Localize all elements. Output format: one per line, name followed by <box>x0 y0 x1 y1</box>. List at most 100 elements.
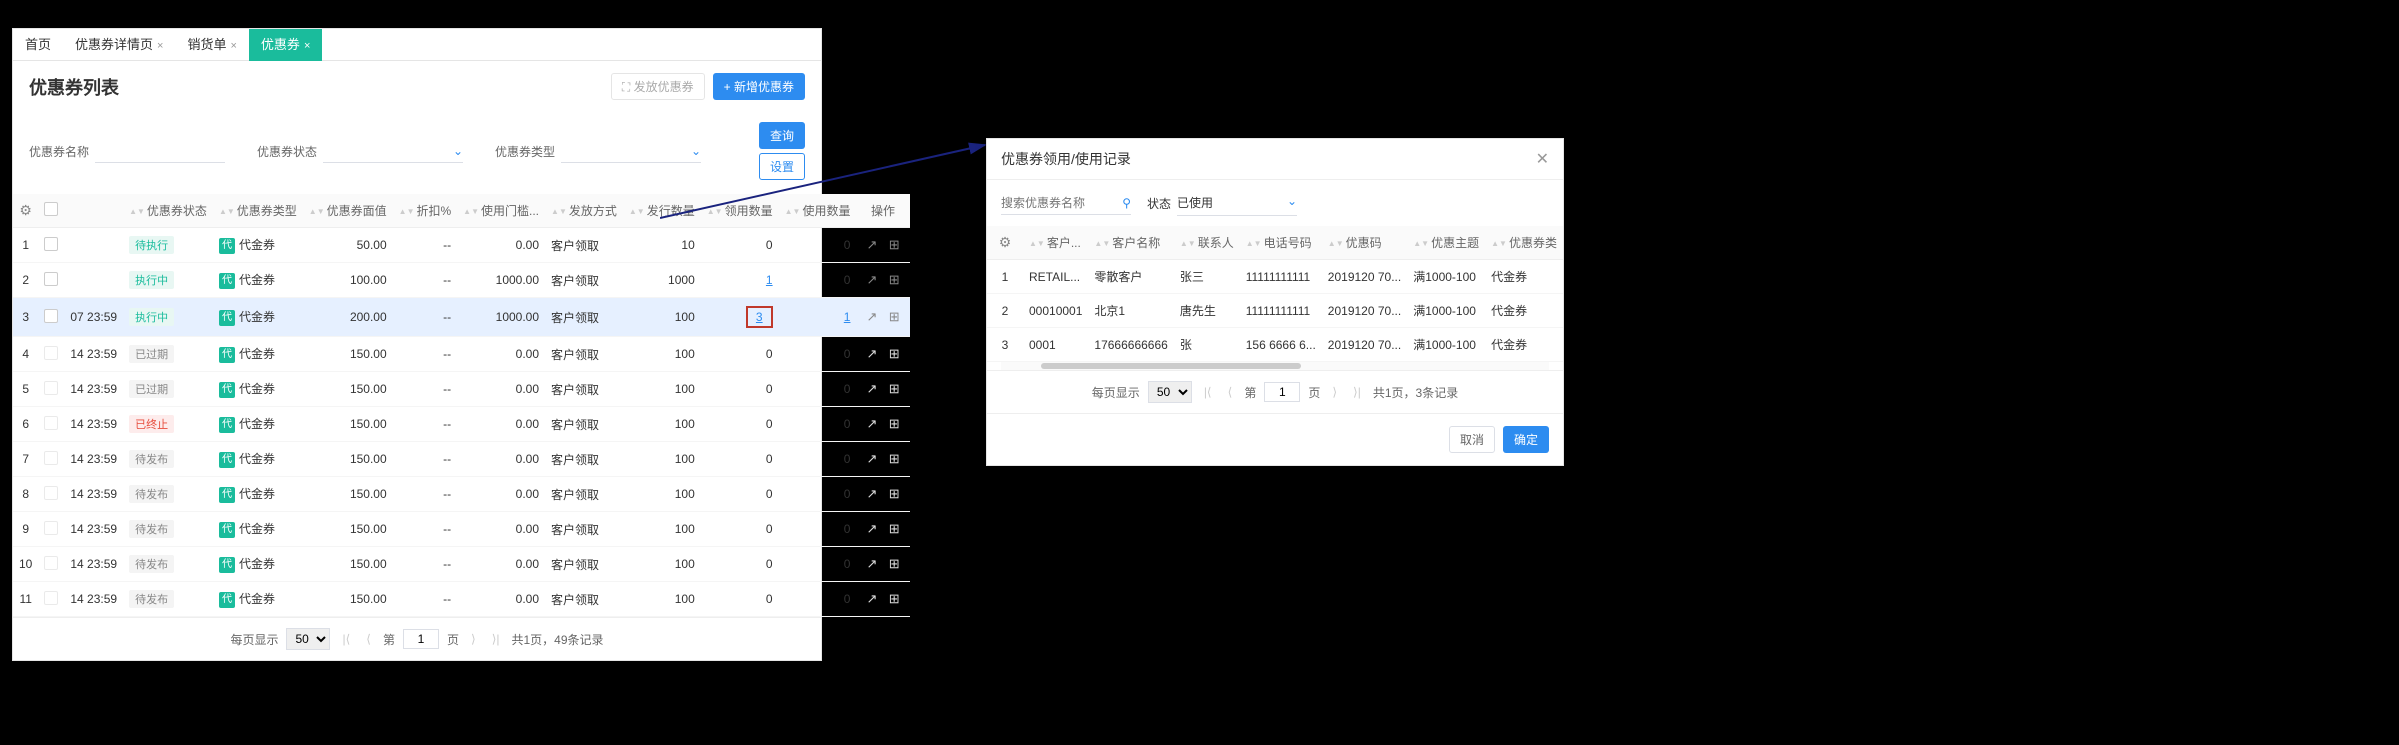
row-checkbox[interactable] <box>44 416 58 430</box>
tab-优惠券详情页[interactable]: 优惠券详情页× <box>63 29 175 61</box>
qrcode-icon[interactable]: ⊞ <box>889 309 900 324</box>
use-qty-link[interactable]: 1 <box>844 310 851 324</box>
row-checkbox[interactable] <box>44 381 58 395</box>
per-page-select[interactable]: 50 <box>286 628 330 650</box>
prev-page-icon[interactable]: ⟨ <box>1224 385 1237 399</box>
sort-icon[interactable]: ▲▼ <box>1491 241 1507 246</box>
voucher-icon: 代 <box>219 310 235 326</box>
modal-status-select[interactable]: 已使用 <box>1177 190 1297 216</box>
horizontal-scrollbar[interactable] <box>1001 362 1549 370</box>
table-row[interactable]: 7 14 23:59 待发布 代代金券 150.00 -- 0.00 客户领取 … <box>13 442 910 477</box>
pager: 每页显示 50 |⟨ ⟨ 第 页 ⟩ ⟩| 共1页，49条记录 <box>13 617 821 660</box>
table-row[interactable]: 11 14 23:59 待发布 代代金券 150.00 -- 0.00 客户领取… <box>13 582 910 617</box>
row-checkbox[interactable] <box>44 346 58 360</box>
confirm-button[interactable]: 确定 <box>1503 426 1549 453</box>
status-badge: 待发布 <box>129 485 174 503</box>
sort-icon[interactable]: ▲▼ <box>1094 241 1110 246</box>
page-input[interactable] <box>403 629 439 649</box>
table-row[interactable]: 4 14 23:59 已过期 代代金券 150.00 -- 0.00 客户领取 … <box>13 337 910 372</box>
sort-icon[interactable]: ▲▼ <box>309 209 325 214</box>
gear-icon[interactable]: ⚙ <box>999 234 1012 250</box>
table-row[interactable]: 1 待执行 代代金券 50.00 -- 0.00 客户领取 10 0 0 ↗ ⊞ <box>13 228 910 263</box>
settings-button[interactable]: 设置 <box>759 153 805 180</box>
first-page-icon[interactable]: |⟨ <box>338 632 354 646</box>
row-checkbox[interactable] <box>44 486 58 500</box>
table-row[interactable]: 1 RETAIL... 零散客户 张三 11111111111 2019120 … <box>987 260 1563 294</box>
table-row[interactable]: 2 00010001 北京1 唐先生 11111111111 2019120 7… <box>987 294 1563 328</box>
query-button[interactable]: 查询 <box>759 122 805 149</box>
close-icon[interactable]: × <box>230 40 236 52</box>
share-icon[interactable]: ↗ <box>866 237 877 252</box>
share-icon[interactable]: ↗ <box>866 272 877 287</box>
voucher-icon: 代 <box>219 417 235 433</box>
qrcode-icon[interactable]: ⊞ <box>889 272 900 287</box>
sort-icon[interactable]: ▲▼ <box>463 209 479 214</box>
share-icon: ↗ <box>866 486 877 501</box>
main-window: 首页优惠券详情页×销货单×优惠券× 优惠券列表 ⛶ 发放优惠券 + 新增优惠券 … <box>12 28 822 661</box>
last-page-icon[interactable]: ⟩| <box>1349 385 1365 399</box>
modal-page-input[interactable] <box>1264 382 1300 402</box>
close-icon[interactable]: × <box>304 40 310 52</box>
gear-icon[interactable]: ⚙ <box>19 202 32 218</box>
row-checkbox[interactable] <box>44 556 58 570</box>
table-row[interactable]: 5 14 23:59 已过期 代代金券 150.00 -- 0.00 客户领取 … <box>13 372 910 407</box>
sort-icon[interactable]: ▲▼ <box>629 209 645 214</box>
tab-销货单[interactable]: 销货单× <box>175 29 248 61</box>
row-checkbox[interactable] <box>44 521 58 535</box>
sort-icon[interactable]: ▲▼ <box>129 209 145 214</box>
claim-qty-link[interactable]: 3 <box>756 310 763 324</box>
share-icon[interactable]: ↗ <box>866 309 877 324</box>
table-row[interactable]: 8 14 23:59 待发布 代代金券 150.00 -- 0.00 客户领取 … <box>13 477 910 512</box>
table-row[interactable]: 2 执行中 代代金券 100.00 -- 1000.00 客户领取 1000 1… <box>13 263 910 298</box>
sort-icon[interactable]: ▲▼ <box>1029 241 1045 246</box>
close-icon[interactable]: × <box>157 40 163 52</box>
close-icon[interactable]: ✕ <box>1536 149 1549 169</box>
status-badge: 执行中 <box>129 308 174 326</box>
row-checkbox[interactable] <box>44 309 58 323</box>
row-checkbox[interactable] <box>44 451 58 465</box>
tab-首页[interactable]: 首页 <box>13 29 63 61</box>
sort-icon[interactable]: ▲▼ <box>551 209 567 214</box>
qrcode-icon[interactable]: ⊞ <box>889 237 900 252</box>
table-row[interactable]: 10 14 23:59 待发布 代代金券 150.00 -- 0.00 客户领取… <box>13 547 910 582</box>
table-row[interactable]: 6 14 23:59 已终止 代代金券 150.00 -- 0.00 客户领取 … <box>13 407 910 442</box>
next-page-icon[interactable]: ⟩ <box>1328 385 1341 399</box>
voucher-icon: 代 <box>219 592 235 608</box>
add-coupon-button[interactable]: + 新增优惠券 <box>713 73 805 100</box>
filter-name-input[interactable] <box>95 140 225 163</box>
last-page-icon[interactable]: ⟩| <box>488 632 504 646</box>
table-row[interactable]: 9 14 23:59 待发布 代代金券 150.00 -- 0.00 客户领取 … <box>13 512 910 547</box>
tab-优惠券[interactable]: 优惠券× <box>249 29 322 61</box>
filter-type-select[interactable] <box>561 140 701 163</box>
distribute-coupon-button[interactable]: ⛶ 发放优惠券 <box>611 73 705 100</box>
share-icon: ↗ <box>866 591 877 606</box>
select-all-checkbox[interactable] <box>44 202 58 216</box>
modal-per-page-select[interactable]: 50 <box>1148 381 1192 403</box>
sort-icon[interactable]: ▲▼ <box>1413 241 1429 246</box>
table-row[interactable]: 3 07 23:59 执行中 代代金券 200.00 -- 1000.00 客户… <box>13 298 910 337</box>
row-checkbox[interactable] <box>44 237 58 251</box>
share-icon: ↗ <box>866 381 877 396</box>
modal-search-input[interactable]: ⚲ <box>1001 192 1131 215</box>
sort-icon[interactable]: ▲▼ <box>707 209 723 214</box>
prev-page-icon[interactable]: ⟨ <box>362 632 375 646</box>
row-checkbox[interactable] <box>44 272 58 286</box>
sort-icon[interactable]: ▲▼ <box>1328 241 1344 246</box>
voucher-icon: 代 <box>219 557 235 573</box>
sort-icon[interactable]: ▲▼ <box>1246 241 1262 246</box>
filter-status-select[interactable] <box>323 140 463 163</box>
claim-qty-link[interactable]: 1 <box>766 273 773 287</box>
sort-icon[interactable]: ▲▼ <box>399 209 415 214</box>
cancel-button[interactable]: 取消 <box>1449 426 1495 453</box>
next-page-icon[interactable]: ⟩ <box>467 632 480 646</box>
table-row[interactable]: 3 0001 17666666666 张 156 6666 6... 20191… <box>987 328 1563 362</box>
scrollbar-thumb[interactable] <box>1041 363 1301 369</box>
search-icon[interactable]: ⚲ <box>1122 196 1131 210</box>
first-page-icon[interactable]: |⟨ <box>1200 385 1216 399</box>
sort-icon[interactable]: ▲▼ <box>219 209 235 214</box>
modal-title: 优惠券领用/使用记录 <box>1001 149 1131 169</box>
row-checkbox[interactable] <box>44 591 58 605</box>
sort-icon[interactable]: ▲▼ <box>1180 241 1196 246</box>
sort-icon[interactable]: ▲▼ <box>785 209 801 214</box>
qrcode-icon: ⊞ <box>889 591 900 606</box>
